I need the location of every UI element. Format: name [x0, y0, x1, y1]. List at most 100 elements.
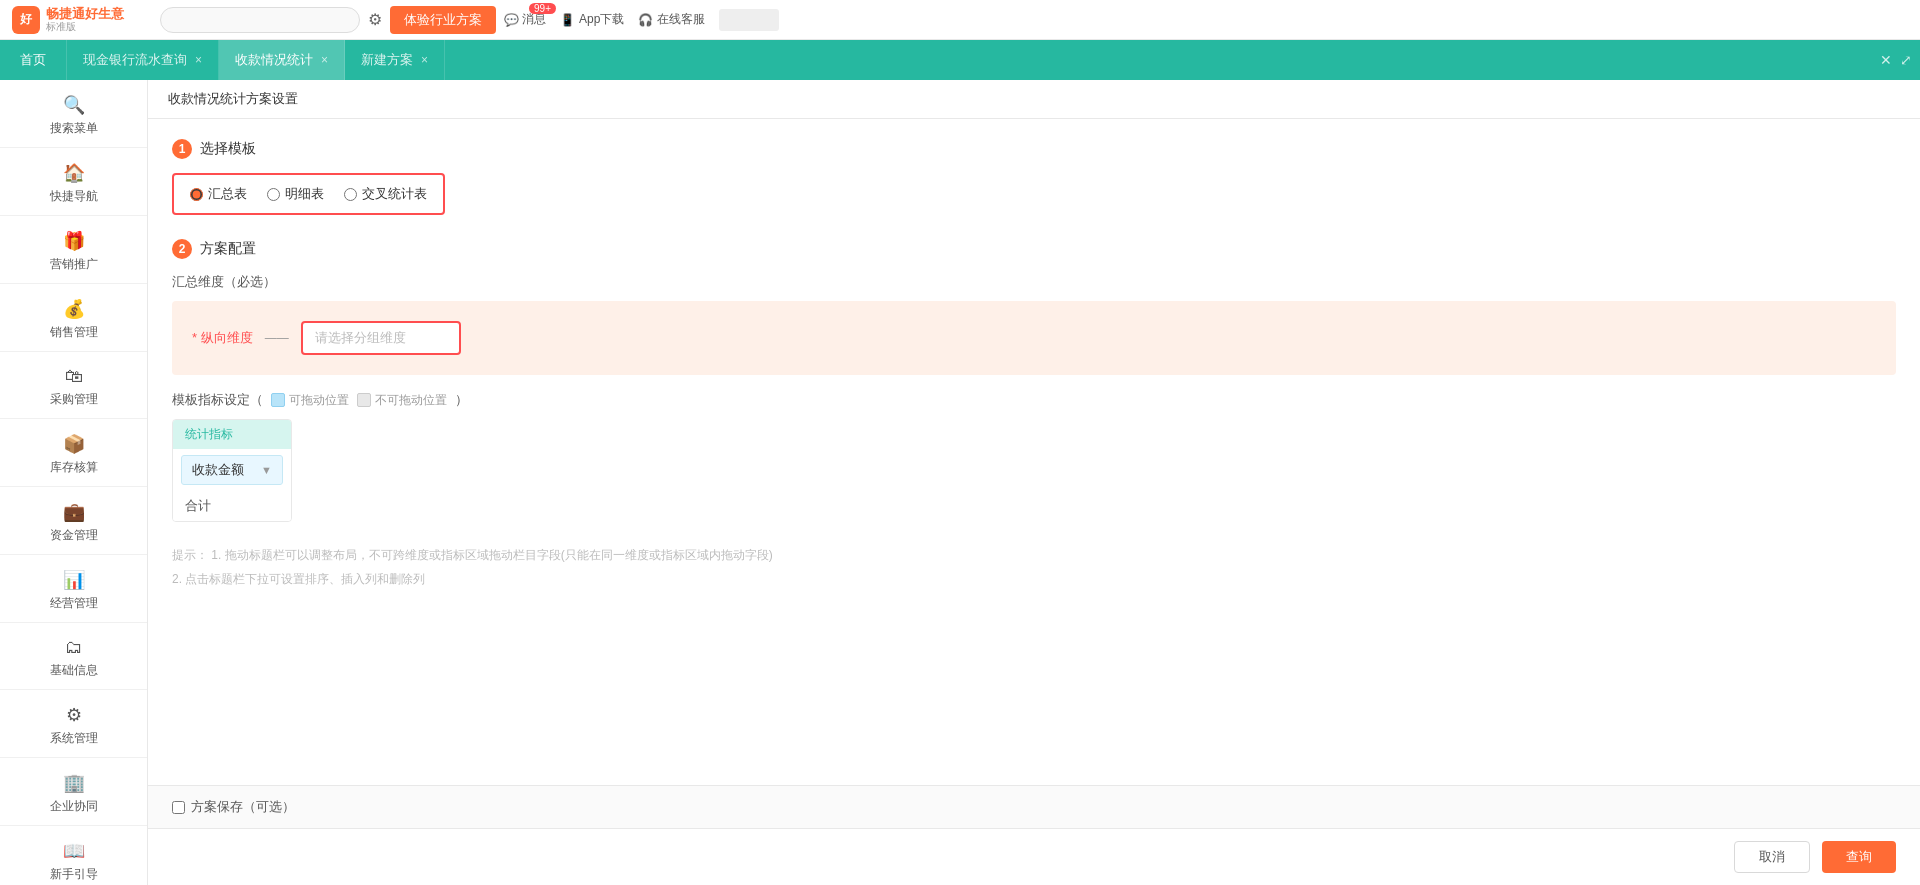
legend-draggable: 可拖动位置: [271, 392, 349, 409]
indicator-settings-area: 模板指标设定（ 可拖动位置 不可拖动位置 ） 统计指标: [172, 391, 1896, 525]
sidebar-label-nav: 快捷导航: [50, 188, 98, 205]
sidebar-item-collab[interactable]: 🏢 企业协同: [0, 758, 147, 826]
gift-icon: 🎁: [63, 230, 85, 252]
tab-newplan[interactable]: 新建方案 ×: [345, 40, 445, 80]
non-draggable-label: 不可拖动位置: [375, 392, 447, 409]
template-radio-group: 汇总表 明细表 交叉统计表: [190, 185, 427, 203]
radio-cross[interactable]: 交叉统计表: [344, 185, 427, 203]
legend-non-draggable: 不可拖动位置: [357, 392, 447, 409]
content-area: 收款情况统计方案设置 1 选择模板 汇总表: [148, 80, 1920, 885]
step2-section: 2 方案配置 汇总维度（必选） * 纵向维度 —— 请选择分组维度: [172, 239, 1896, 590]
draggable-label: 可拖动位置: [289, 392, 349, 409]
sidebar-label-system: 系统管理: [50, 730, 98, 747]
dimension-select[interactable]: 请选择分组维度: [301, 321, 461, 355]
top-bar: 好 畅捷通好生意 标准版 ⚙ 体验行业方案 💬 消息 99+ 📱 App下载 🎧…: [0, 0, 1920, 40]
radio-summary-input[interactable]: [190, 188, 203, 201]
briefcase-icon: 💼: [63, 501, 85, 523]
save-checkbox[interactable]: [172, 801, 185, 814]
radio-detail-input[interactable]: [267, 188, 280, 201]
nav-tabs-right: ✕ ⤢: [1880, 40, 1920, 80]
query-button[interactable]: 查询: [1822, 841, 1896, 873]
messages-count: 99+: [529, 3, 556, 14]
sidebar-item-purchase[interactable]: 🛍 采购管理: [0, 352, 147, 419]
sidebar-item-system[interactable]: ⚙ 系统管理: [0, 690, 147, 758]
indicator-settings-label: 模板指标设定（: [172, 391, 263, 409]
search-placeholder: [171, 12, 270, 27]
download-area[interactable]: 📱 App下载: [560, 11, 624, 28]
vertical-dim-label: * 纵向维度: [192, 329, 253, 347]
tips-section: 提示： 1. 拖动标题栏可以调整布局，不可跨维度或指标区域拖动栏目字段(只能在同…: [172, 545, 1896, 590]
step1-title: 选择模板: [200, 140, 256, 158]
tab-home[interactable]: 首页: [0, 40, 67, 80]
radio-detail[interactable]: 明细表: [267, 185, 324, 203]
search-icon: 🔍: [63, 94, 85, 116]
radio-detail-label[interactable]: 明细表: [285, 185, 324, 203]
settings-icon[interactable]: ⚙: [368, 10, 382, 29]
sidebar-item-marketing[interactable]: 🎁 营销推广: [0, 216, 147, 284]
sidebar-label-search: 搜索菜单: [50, 120, 98, 137]
step2-title: 方案配置: [200, 240, 256, 258]
step2-num: 2: [172, 239, 192, 259]
indicator-total: 合计: [173, 491, 291, 521]
sidebar-item-sales[interactable]: 💰 销售管理: [0, 284, 147, 352]
sidebar-item-nav[interactable]: 🏠 快捷导航: [0, 148, 147, 216]
book-icon: 📖: [63, 840, 85, 862]
stats-title: 统计指标: [173, 420, 291, 449]
cancel-button[interactable]: 取消: [1734, 841, 1810, 873]
nav-tabs: 首页 现金银行流水查询 × 收款情况统计 × 新建方案 × ✕ ⤢: [0, 40, 1920, 80]
save-option-label[interactable]: 方案保存（可选）: [172, 798, 295, 816]
sidebar-item-operations[interactable]: 📊 经营管理: [0, 555, 147, 623]
sidebar-label-base: 基础信息: [50, 662, 98, 679]
dimension-placeholder: 请选择分组维度: [315, 329, 406, 347]
radio-cross-label[interactable]: 交叉统计表: [362, 185, 427, 203]
tab-newplan-close[interactable]: ×: [421, 53, 428, 67]
sidebar-item-inventory[interactable]: 📦 库存核算: [0, 419, 147, 487]
footer-bar: 取消 查询: [148, 828, 1920, 885]
tab-cashflow-close[interactable]: ×: [195, 53, 202, 67]
radio-summary[interactable]: 汇总表: [190, 185, 247, 203]
logo-icon: 好: [12, 6, 40, 34]
tab-cashflow-label: 现金银行流水查询: [83, 51, 187, 69]
indicator-header: 模板指标设定（ 可拖动位置 不可拖动位置 ）: [172, 391, 1896, 409]
tip-1: 提示： 1. 拖动标题栏可以调整布局，不可跨维度或指标区域拖动栏目字段(只能在同…: [172, 545, 1896, 567]
dimension-row: * 纵向维度 —— 请选择分组维度: [192, 321, 1876, 355]
indicator-item-payment[interactable]: 收款金额 ▼: [181, 455, 283, 485]
radio-summary-label[interactable]: 汇总表: [208, 185, 247, 203]
tab-newplan-label: 新建方案: [361, 51, 413, 69]
topbar-actions: 💬 消息 99+ 📱 App下载 🎧 在线客服: [504, 9, 779, 31]
tab-cashflow[interactable]: 现金银行流水查询 ×: [67, 40, 219, 80]
template-select-box: 汇总表 明细表 交叉统计表: [172, 173, 445, 215]
sidebar-label-marketing: 营销推广: [50, 256, 98, 273]
sidebar-label-operations: 经营管理: [50, 595, 98, 612]
sidebar-label-sales: 销售管理: [50, 324, 98, 341]
search-bar: [160, 7, 360, 33]
tab-collection[interactable]: 收款情况统计 ×: [219, 40, 345, 80]
sidebar-item-base[interactable]: 🗂 基础信息: [0, 623, 147, 690]
support-icon: 🎧: [638, 13, 653, 27]
form-area: 1 选择模板 汇总表 明细表: [148, 119, 1920, 785]
support-label: 在线客服: [657, 11, 705, 28]
main-layout: 🔍 搜索菜单 🏠 快捷导航 🎁 营销推广 💰 销售管理 🛍 采购管理 📦 库存核…: [0, 80, 1920, 885]
step2-header: 2 方案配置: [172, 239, 1896, 259]
sidebar-label-inventory: 库存核算: [50, 459, 98, 476]
expand-icon[interactable]: ⤢: [1900, 52, 1912, 68]
sidebar-item-guide[interactable]: 📖 新手引导: [0, 826, 147, 885]
sidebar-item-search[interactable]: 🔍 搜索菜单: [0, 80, 147, 148]
trial-button[interactable]: 体验行业方案: [390, 6, 496, 34]
non-draggable-box: [357, 393, 371, 407]
sidebar-item-finance[interactable]: 💼 资金管理: [0, 487, 147, 555]
sidebar: 🔍 搜索菜单 🏠 快捷导航 🎁 营销推广 💰 销售管理 🛍 采购管理 📦 库存核…: [0, 80, 148, 885]
download-label: App下载: [579, 11, 624, 28]
sidebar-label-finance: 资金管理: [50, 527, 98, 544]
close-all-icon[interactable]: ✕: [1880, 52, 1892, 68]
logo-badge: 标准版: [46, 21, 124, 33]
user-avatar[interactable]: [719, 9, 779, 31]
tab-collection-close[interactable]: ×: [321, 53, 328, 67]
radio-cross-input[interactable]: [344, 188, 357, 201]
dim-arrow: ——: [265, 331, 289, 345]
messages-area[interactable]: 💬 消息 99+: [504, 11, 546, 28]
support-area[interactable]: 🎧 在线客服: [638, 11, 705, 28]
money-icon: 💰: [63, 298, 85, 320]
draggable-box: [271, 393, 285, 407]
dimension-title: 汇总维度（必选）: [172, 273, 1896, 291]
